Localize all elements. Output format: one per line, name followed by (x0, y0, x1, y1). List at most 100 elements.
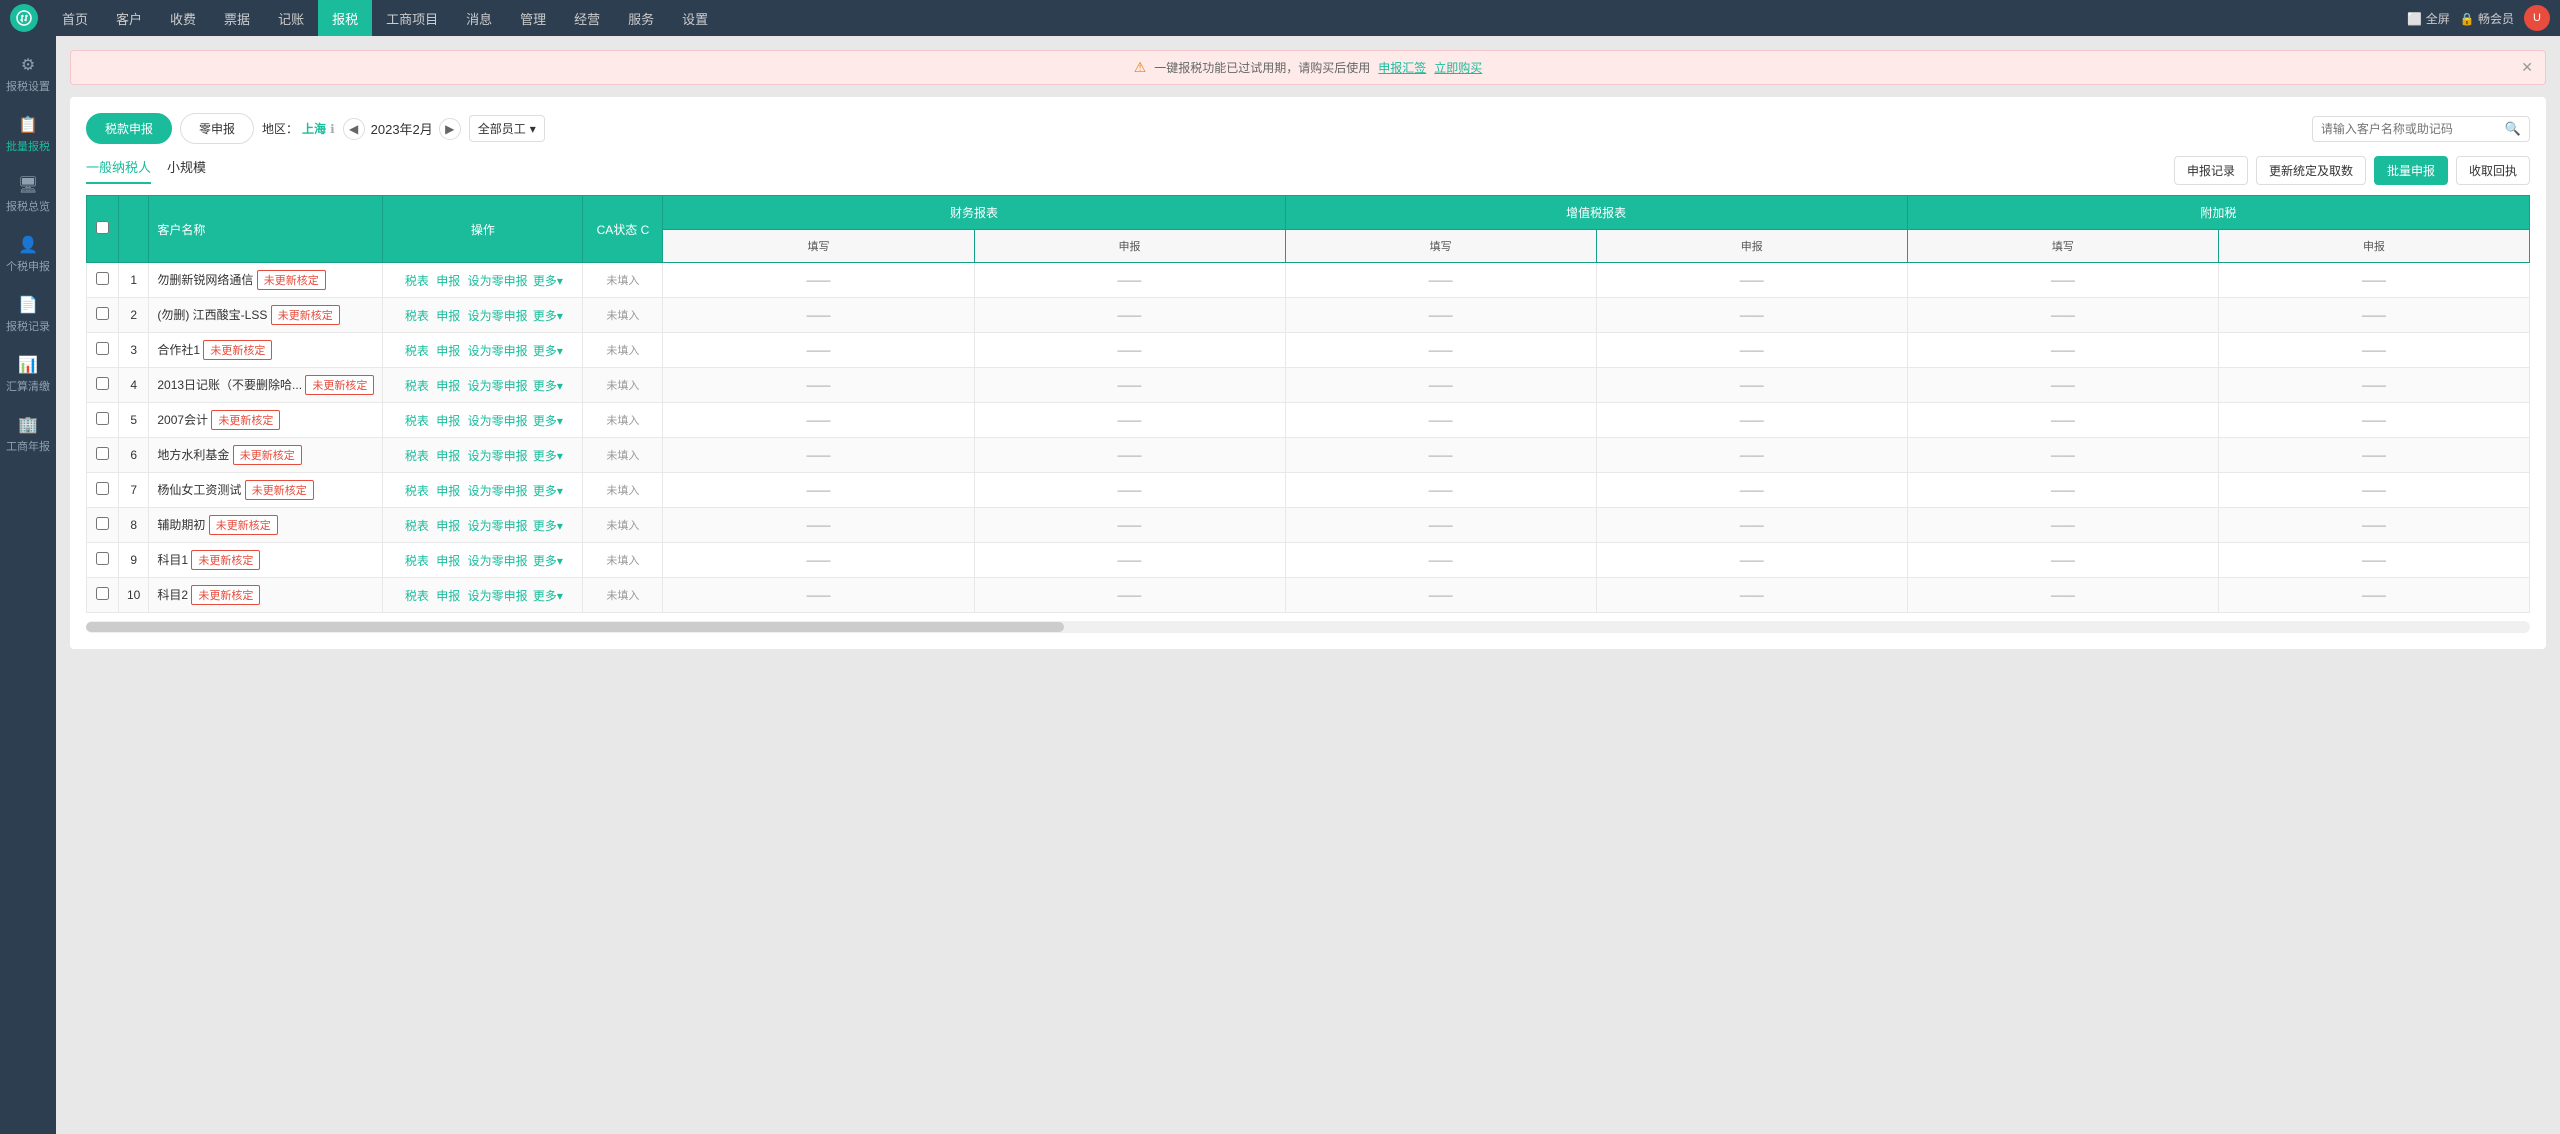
scrollbar-thumb[interactable] (86, 622, 1064, 632)
row-checkbox-1[interactable] (96, 307, 109, 320)
op-more-btn[interactable]: 更多▾ (533, 519, 563, 533)
sidebar-item-tax-records[interactable]: 📄 报税记录 (2, 286, 54, 342)
staff-filter-select[interactable]: 全部员工 ▾ (469, 115, 545, 142)
op-set-zero-link[interactable]: 设为零申报 (468, 519, 528, 533)
op-more-btn[interactable]: 更多▾ (533, 309, 563, 323)
sidebar-item-annual-calc[interactable]: 📊 汇算清缴 (2, 346, 54, 402)
op-declare-link[interactable]: 申报 (436, 554, 460, 568)
prev-date-btn[interactable]: ◀ (343, 118, 365, 140)
op-set-zero-link[interactable]: 设为零申报 (468, 309, 528, 323)
op-declare-link[interactable]: 申报 (436, 379, 460, 393)
row-checkbox-5[interactable] (96, 447, 109, 460)
nav-business[interactable]: 工商项目 (372, 0, 452, 36)
op-declare-link[interactable]: 申报 (436, 519, 460, 533)
op-tax-form-link[interactable]: 税表 (405, 414, 429, 428)
op-declare-link[interactable]: 申报 (436, 414, 460, 428)
op-tax-form-link[interactable]: 税表 (405, 449, 429, 463)
op-more-btn[interactable]: 更多▾ (533, 589, 563, 603)
row-checkbox-4[interactable] (96, 412, 109, 425)
op-tax-form-link[interactable]: 税表 (405, 274, 429, 288)
op-tax-form-link[interactable]: 税表 (405, 379, 429, 393)
nav-management[interactable]: 管理 (506, 0, 560, 36)
nav-home[interactable]: 首页 (48, 0, 102, 36)
tab-small-scale[interactable]: 小规模 (167, 157, 206, 184)
banner-message: 一键报税功能已过试用期，请购买后使用 (1154, 59, 1370, 76)
nav-operations[interactable]: 经营 (560, 0, 614, 36)
vip-btn[interactable]: 🔒 畅会员 (2460, 10, 2514, 27)
tab-tax-declaration[interactable]: 税款申报 (86, 113, 172, 144)
row-checkbox-cell (87, 263, 119, 298)
op-declare-link[interactable]: 申报 (436, 589, 460, 603)
banner-link-2[interactable]: 立即购买 (1434, 59, 1482, 76)
nav-billing[interactable]: 收费 (156, 0, 210, 36)
row-checkbox-6[interactable] (96, 482, 109, 495)
sidebar-item-personal-tax[interactable]: 👤 个税申报 (2, 226, 54, 282)
op-more-btn[interactable]: 更多▾ (533, 379, 563, 393)
fullscreen-btn[interactable]: ⬜ 全屏 (2407, 10, 2449, 27)
search-icon[interactable]: 🔍 (2505, 121, 2521, 137)
op-declare-link[interactable]: 申报 (436, 344, 460, 358)
row-checkbox-cell (87, 298, 119, 333)
op-more-btn[interactable]: 更多▾ (533, 554, 563, 568)
op-tax-form-link[interactable]: 税表 (405, 344, 429, 358)
collect-receipt-btn[interactable]: 收取回执 (2456, 156, 2530, 185)
sidebar-item-batch-tax[interactable]: 📋 批量报税 (2, 106, 54, 162)
batch-declare-btn[interactable]: 批量申报 (2374, 156, 2448, 185)
op-set-zero-link[interactable]: 设为零申报 (468, 414, 528, 428)
sidebar-item-tax-overview[interactable]: 🖥 报税总览 (2, 166, 54, 222)
row-ca-status: 未填入 (583, 298, 663, 333)
op-declare-link[interactable]: 申报 (436, 309, 460, 323)
nav-tax[interactable]: 报税 (318, 0, 372, 36)
nav-service[interactable]: 服务 (614, 0, 668, 36)
select-all-checkbox[interactable] (96, 221, 109, 234)
op-more-btn[interactable]: 更多▾ (533, 274, 563, 288)
nav-messages[interactable]: 消息 (452, 0, 506, 36)
op-set-zero-link[interactable]: 设为零申报 (468, 344, 528, 358)
row-checkbox-0[interactable] (96, 272, 109, 285)
op-tax-form-link[interactable]: 税表 (405, 309, 429, 323)
tab-zero-declaration[interactable]: 零申报 (180, 113, 254, 144)
next-date-btn[interactable]: ▶ (439, 118, 461, 140)
horizontal-scrollbar[interactable] (86, 621, 2530, 633)
op-more-btn[interactable]: 更多▾ (533, 484, 563, 498)
op-declare-link[interactable]: 申报 (436, 274, 460, 288)
nav-accounting[interactable]: 记账 (264, 0, 318, 36)
op-tax-form-link[interactable]: 税表 (405, 484, 429, 498)
op-declare-link[interactable]: 申报 (436, 484, 460, 498)
row-add-fill: —— (1907, 473, 2218, 508)
banner-link-1[interactable]: 申报汇签 (1378, 59, 1426, 76)
row-checkbox-cell (87, 333, 119, 368)
op-tax-form-link[interactable]: 税表 (405, 589, 429, 603)
op-set-zero-link[interactable]: 设为零申报 (468, 379, 528, 393)
op-tax-form-link[interactable]: 税表 (405, 519, 429, 533)
sidebar-item-tax-settings[interactable]: ⚙ 报税设置 (2, 46, 54, 102)
op-more-btn[interactable]: 更多▾ (533, 344, 563, 358)
op-tax-form-link[interactable]: 税表 (405, 554, 429, 568)
update-data-btn[interactable]: 更新统定及取数 (2256, 156, 2366, 185)
op-set-zero-link[interactable]: 设为零申报 (468, 554, 528, 568)
chevron-down-icon: ▾ (530, 122, 536, 136)
row-checkbox-3[interactable] (96, 377, 109, 390)
op-set-zero-link[interactable]: 设为零申报 (468, 449, 528, 463)
search-input[interactable] (2321, 122, 2501, 136)
op-set-zero-link[interactable]: 设为零申报 (468, 484, 528, 498)
update-status-badge: 未更新核定 (233, 445, 302, 465)
op-declare-link[interactable]: 申报 (436, 449, 460, 463)
op-set-zero-link[interactable]: 设为零申报 (468, 274, 528, 288)
row-checkbox-8[interactable] (96, 552, 109, 565)
client-name-text: (勿删) 江西酸宝-LSS (157, 308, 267, 322)
row-checkbox-9[interactable] (96, 587, 109, 600)
row-checkbox-2[interactable] (96, 342, 109, 355)
op-set-zero-link[interactable]: 设为零申报 (468, 589, 528, 603)
nav-invoice[interactable]: 票据 (210, 0, 264, 36)
tab-general-taxpayer[interactable]: 一般纳税人 (86, 157, 151, 184)
op-more-btn[interactable]: 更多▾ (533, 449, 563, 463)
nav-settings[interactable]: 设置 (668, 0, 722, 36)
user-avatar[interactable]: U (2524, 5, 2550, 31)
nav-customer[interactable]: 客户 (102, 0, 156, 36)
sidebar-item-annual-report[interactable]: 🏢 工商年报 (2, 406, 54, 462)
declare-records-btn[interactable]: 申报记录 (2174, 156, 2248, 185)
banner-close-btn[interactable]: ✕ (2521, 59, 2533, 76)
row-checkbox-7[interactable] (96, 517, 109, 530)
op-more-btn[interactable]: 更多▾ (533, 414, 563, 428)
